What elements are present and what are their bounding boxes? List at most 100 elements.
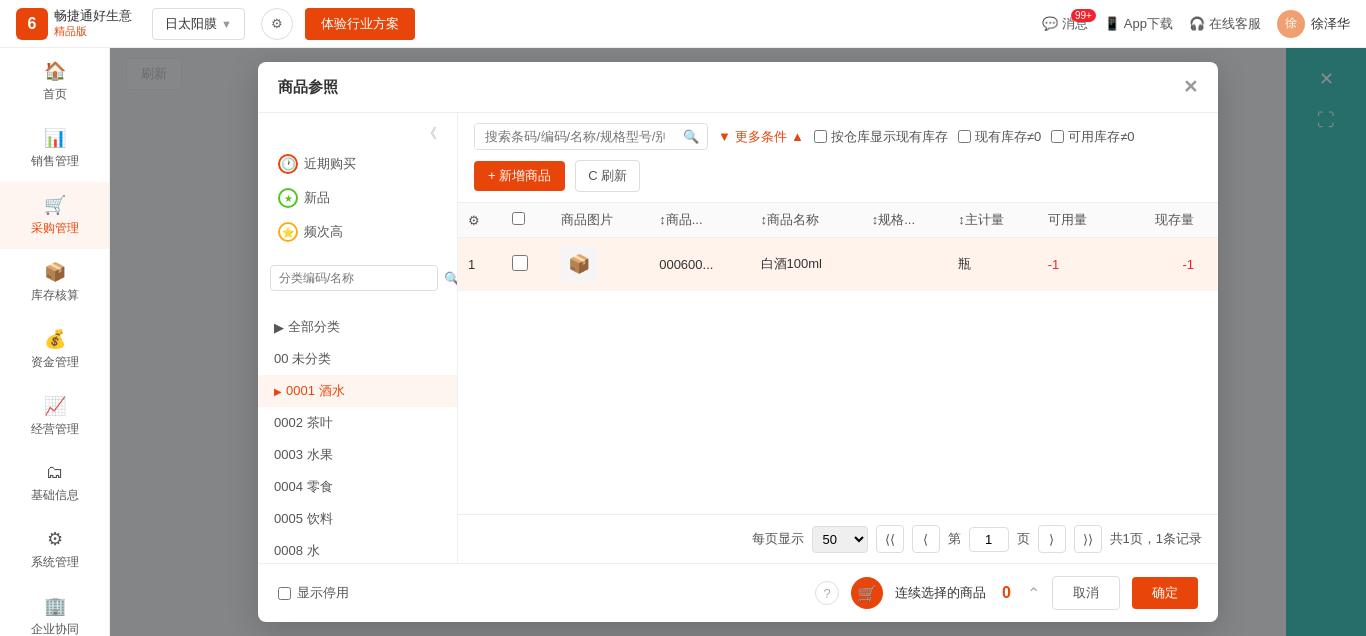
cart-button[interactable]: 🛒 bbox=[851, 577, 883, 609]
col-stock: 现存量 bbox=[1118, 203, 1218, 238]
more-filter-button[interactable]: ▼ 更多条件 ▲ bbox=[718, 128, 804, 146]
quick-filter-recent[interactable]: 🕐 近期购买 bbox=[270, 147, 445, 181]
confirm-button[interactable]: 确定 bbox=[1132, 577, 1198, 609]
show-disabled-checkbox[interactable]: 显示停用 bbox=[278, 584, 349, 602]
cat-item-tea[interactable]: 0002 茶叶 bbox=[258, 407, 457, 439]
category-search-icon[interactable]: 🔍 bbox=[444, 271, 458, 286]
cat-item-uncategorized[interactable]: 00 未分类 bbox=[258, 343, 457, 375]
row-image: 📦 bbox=[551, 238, 649, 291]
quick-filter-frequent[interactable]: ⭐ 频次高 bbox=[270, 215, 445, 249]
notification-badge: 99+ bbox=[1071, 9, 1096, 22]
row-unit: 瓶 bbox=[948, 238, 1037, 291]
row-name: 白酒100ml bbox=[751, 238, 862, 291]
system-icon: ⚙ bbox=[47, 528, 63, 550]
sidebar-item-home[interactable]: 🏠 首页 bbox=[0, 48, 109, 115]
show-disabled-input[interactable] bbox=[278, 587, 291, 600]
cat-label-0005: 0005 饮料 bbox=[274, 510, 333, 528]
quick-filter-new[interactable]: ★ 新品 bbox=[270, 181, 445, 215]
enterprise-icon: 🏢 bbox=[44, 595, 66, 617]
product-search-input[interactable] bbox=[475, 124, 675, 149]
nav-selector[interactable]: 日太阳膜 ▼ bbox=[152, 8, 245, 40]
refresh-button[interactable]: C 刷新 bbox=[575, 160, 640, 192]
sidebar-label-home: 首页 bbox=[43, 86, 67, 103]
prev-page-button[interactable]: ⟨ bbox=[912, 525, 940, 553]
per-page-select[interactable]: 10 20 50 100 bbox=[812, 526, 868, 553]
sidebar-item-enterprise[interactable]: 🏢 企业协同 bbox=[0, 583, 109, 636]
next-page-button[interactable]: ⟩ bbox=[1038, 525, 1066, 553]
cart-label: 连续选择的商品 bbox=[895, 584, 986, 602]
page-input[interactable] bbox=[969, 527, 1009, 552]
collapse-footer-button[interactable]: ⌃ bbox=[1027, 584, 1040, 603]
sidebar-item-purchase[interactable]: 🛒 采购管理 bbox=[0, 182, 109, 249]
col-name[interactable]: ↕商品名称 bbox=[751, 203, 862, 238]
online-service-button[interactable]: 🎧 在线客服 bbox=[1189, 15, 1261, 33]
modal-body: 《 🕐 近期购买 ★ 新品 ⭐ 频次高 bbox=[258, 113, 1218, 563]
checkbox-available-input[interactable] bbox=[1051, 130, 1064, 143]
add-product-button[interactable]: + 新增商品 bbox=[474, 161, 565, 191]
row-checkbox[interactable] bbox=[502, 238, 551, 291]
user-menu[interactable]: 徐 徐泽华 bbox=[1277, 10, 1350, 38]
app-download-button[interactable]: 📱 App下载 bbox=[1104, 15, 1173, 33]
new-label: 新品 bbox=[304, 189, 330, 207]
modal-header: 商品参照 ✕ bbox=[258, 62, 1218, 113]
sidebar-item-inventory[interactable]: 📦 库存核算 bbox=[0, 249, 109, 316]
cat-label-0002: 0002 茶叶 bbox=[274, 414, 333, 432]
app-download-label: App下载 bbox=[1124, 15, 1173, 33]
cat-arrow-icon: ▶ bbox=[274, 386, 282, 397]
help-button[interactable]: ? bbox=[815, 581, 839, 605]
cat-label-0001: 0001 酒水 bbox=[286, 382, 345, 400]
modal-right-panel: 🔍 ▼ 更多条件 ▲ 按仓库显示现有库存 bbox=[458, 113, 1218, 563]
page-label: 第 bbox=[948, 530, 961, 548]
cat-item-beverage[interactable]: 0005 饮料 bbox=[258, 503, 457, 535]
cat-item-fruit[interactable]: 0003 水果 bbox=[258, 439, 457, 471]
sidebar-item-finance[interactable]: 💰 资金管理 bbox=[0, 316, 109, 383]
sidebar-item-basic-info[interactable]: 🗂 基础信息 bbox=[0, 450, 109, 516]
sidebar-label-basic: 基础信息 bbox=[31, 487, 79, 504]
select-all-checkbox[interactable] bbox=[512, 212, 525, 225]
cancel-button[interactable]: 取消 bbox=[1052, 576, 1120, 610]
table-header: ⚙ 商品图片 ↕商品... ↕商品名称 ↕规格... ↕主计量 可用量 现存量 bbox=[458, 203, 1218, 238]
col-image: 商品图片 bbox=[551, 203, 649, 238]
modal-close-button[interactable]: ✕ bbox=[1183, 76, 1198, 98]
checkbox-warehouse-input[interactable] bbox=[814, 130, 827, 143]
edition-label: 精品版 bbox=[54, 24, 132, 39]
col-settings[interactable]: ⚙ bbox=[458, 203, 502, 238]
experience-button[interactable]: 体验行业方案 bbox=[305, 8, 415, 40]
service-label: 在线客服 bbox=[1209, 15, 1261, 33]
page-suffix: 页 bbox=[1017, 530, 1030, 548]
cat-item-water[interactable]: 0008 水 bbox=[258, 535, 457, 563]
sidebar-label-purchase: 采购管理 bbox=[31, 220, 79, 237]
table-row[interactable]: 1 📦 000600... 白酒100ml 瓶 -1 bbox=[458, 238, 1218, 291]
collapse-left-button[interactable]: 《 bbox=[423, 125, 437, 143]
sidebar-label-enterprise: 企业协同 bbox=[31, 621, 79, 636]
col-checkbox[interactable] bbox=[502, 203, 551, 238]
message-button[interactable]: 💬 消息 99+ bbox=[1042, 15, 1088, 33]
category-search-input[interactable] bbox=[270, 265, 438, 291]
last-page-button[interactable]: ⟩⟩ bbox=[1074, 525, 1102, 553]
sidebar-item-system[interactable]: ⚙ 系统管理 bbox=[0, 516, 109, 583]
checkbox1-label: 按仓库显示现有库存 bbox=[831, 128, 948, 146]
logo-area[interactable]: 6 畅捷通好生意 精品版 bbox=[16, 8, 132, 40]
col-code[interactable]: ↕商品... bbox=[649, 203, 750, 238]
first-page-button[interactable]: ⟨⟨ bbox=[876, 525, 904, 553]
gear-button[interactable]: ⚙ bbox=[261, 8, 293, 40]
message-icon: 💬 bbox=[1042, 16, 1058, 31]
cat-item-snack[interactable]: 0004 零食 bbox=[258, 471, 457, 503]
col-unit[interactable]: ↕主计量 bbox=[948, 203, 1037, 238]
checkbox-warehouse-stock[interactable]: 按仓库显示现有库存 bbox=[814, 128, 948, 146]
filter-icon: ▼ bbox=[718, 129, 731, 144]
cat-item-all[interactable]: ▶ 全部分类 bbox=[258, 311, 457, 343]
cat-item-liquor[interactable]: ▶ 0001 酒水 bbox=[258, 375, 457, 407]
checkbox-nonzero-stock[interactable]: 现有库存≠0 bbox=[958, 128, 1041, 146]
chevron-up-icon: ▲ bbox=[791, 129, 804, 144]
sidebar-item-sales[interactable]: 📊 销售管理 bbox=[0, 115, 109, 182]
per-page-label: 每页显示 bbox=[752, 530, 804, 548]
checkbox-available-stock[interactable]: 可用库存≠0 bbox=[1051, 128, 1134, 146]
product-search-button[interactable]: 🔍 bbox=[675, 124, 707, 149]
checkbox-nonzero-input[interactable] bbox=[958, 130, 971, 143]
product-thumbnail: 📦 bbox=[561, 246, 597, 282]
modal-overlay: 商品参照 ✕ 《 🕐 近期购买 ★ bbox=[110, 48, 1366, 636]
row-select-checkbox[interactable] bbox=[512, 255, 528, 271]
sidebar-item-operations[interactable]: 📈 经营管理 bbox=[0, 383, 109, 450]
col-spec[interactable]: ↕规格... bbox=[862, 203, 949, 238]
